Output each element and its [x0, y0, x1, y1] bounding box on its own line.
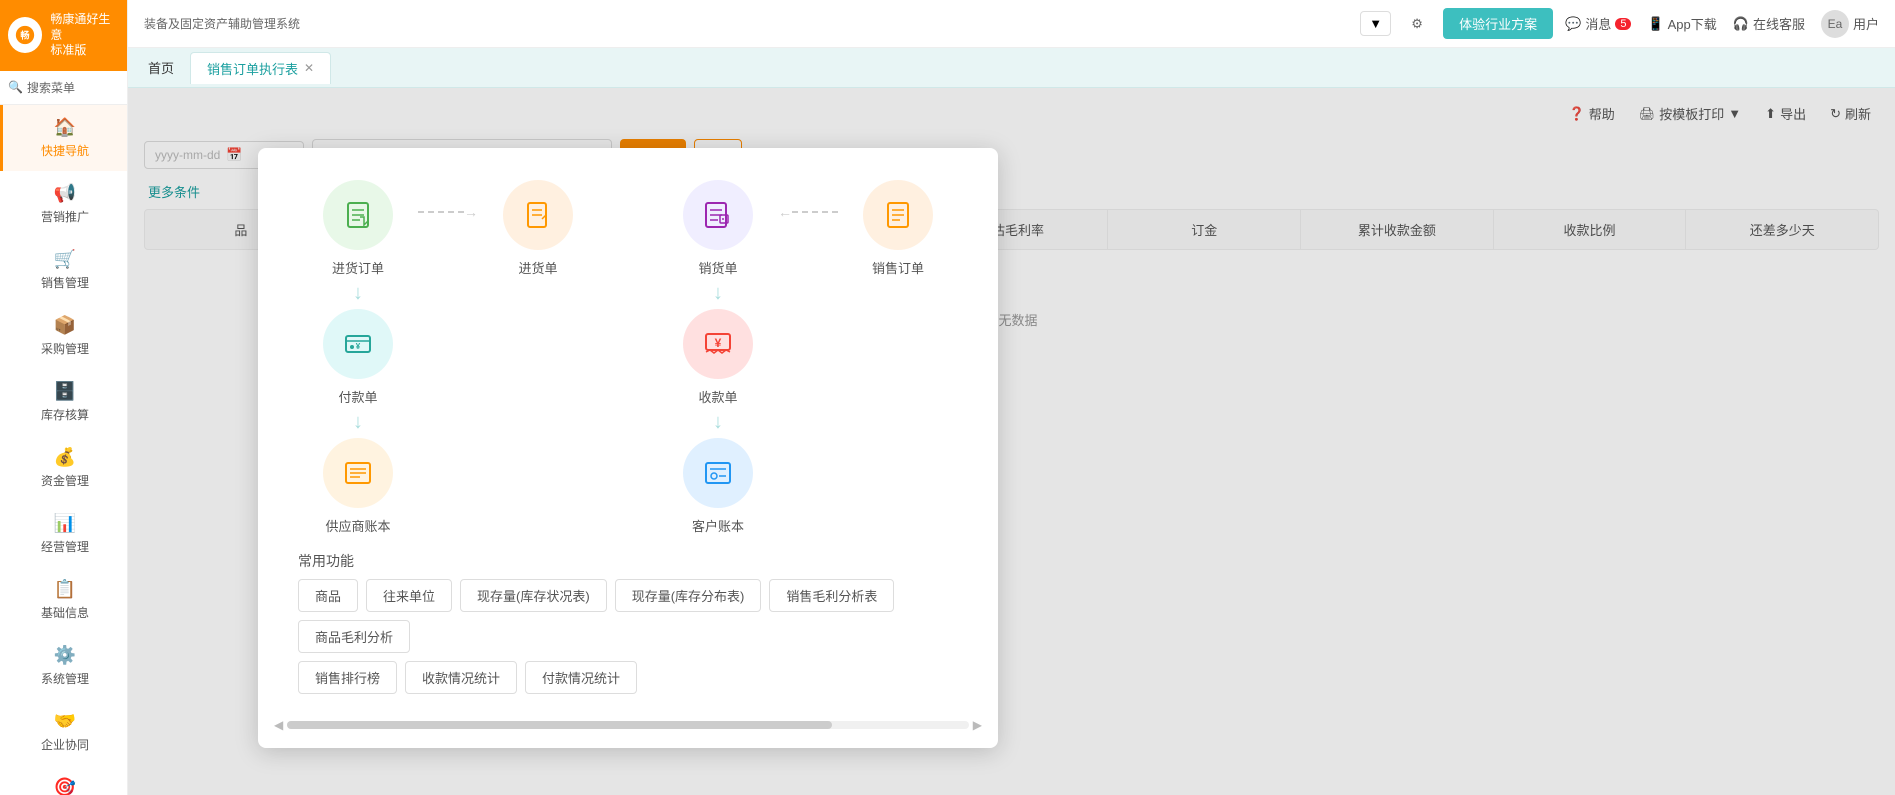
sidebar: 畅 畅康通好生意 标准版 🔍 搜索菜单 🏠 快捷导航 📢 营销推广 🛒 — [0, 0, 128, 795]
search-menu[interactable]: 🔍 搜索菜单 — [0, 71, 127, 105]
purchase-bill-label: 进货单 — [518, 258, 557, 277]
download-icon: 📱 — [1647, 16, 1663, 32]
func-btn-product-profit[interactable]: 商品毛利分析 — [298, 620, 410, 653]
scrollbar-track[interactable] — [287, 721, 969, 729]
supplier-icon — [323, 438, 393, 508]
tab-close-icon[interactable]: ✕ — [304, 61, 314, 75]
sidebar-nav: 🏠 快捷导航 📢 营销推广 🛒 销售管理 📦 采购管理 🗄️ 库存核算 💰 — [0, 105, 127, 795]
marketing-icon: 📢 — [54, 183, 76, 204]
receipt-bill-label: 收款单 — [698, 387, 737, 406]
sidebar-item-purchase[interactable]: 📦 采购管理 — [0, 303, 127, 369]
scroll-left-icon[interactable]: ◀ — [274, 718, 283, 732]
workflow-diagram: 进货订单 ↓ ¥ — [258, 148, 998, 551]
home-icon: 🏠 — [54, 117, 76, 138]
system-dropdown[interactable]: ▼ — [1360, 11, 1391, 36]
sidebar-item-basic-info[interactable]: 📋 基础信息 — [0, 567, 127, 633]
system-title: 装备及固定资产辅助管理系统 — [144, 15, 1348, 32]
customer-account-node[interactable]: 客户账本 — [658, 438, 778, 535]
app-download-action[interactable]: 📱 App下载 — [1647, 14, 1716, 33]
system-icon: ⚙️ — [54, 645, 76, 666]
finance-icon: 💰 — [54, 447, 76, 468]
supplier-account-label: 供应商账本 — [325, 516, 390, 535]
guide-icon: 🎯 — [54, 777, 76, 795]
sidebar-logo: 畅 畅康通好生意 标准版 — [0, 0, 127, 71]
svg-text:¥: ¥ — [715, 336, 722, 350]
customer-icon — [683, 438, 753, 508]
sidebar-item-system[interactable]: ⚙️ 系统管理 — [0, 633, 127, 699]
func-btns-row-2: 销售排行榜 收款情况统计 付款情况统计 — [298, 661, 958, 694]
service-icon: 🎧 — [1733, 16, 1749, 32]
receipt-bill-node[interactable]: ¥ 收款单 — [658, 309, 778, 406]
modal-scrollbar[interactable]: ◀ ▶ — [258, 710, 998, 732]
workflow-modal: 进货订单 ↓ ¥ — [258, 148, 998, 748]
enterprise-icon: 🤝 — [54, 711, 76, 732]
purchase-order-icon — [323, 180, 393, 250]
func-btn-sales-ranking[interactable]: 销售排行榜 — [298, 661, 397, 694]
scroll-right-icon[interactable]: ▶ — [973, 718, 982, 732]
topbar-actions: 💬 消息 5 📱 App下载 🎧 在线客服 Ea 用户 — [1565, 10, 1879, 38]
tab-sales-order[interactable]: 销售订单执行表 ✕ — [190, 52, 331, 84]
func-btns-row-1: 商品 往来单位 现存量(库存状况表) 现存量(库存分布表) 销售毛利分析表 商品… — [298, 579, 958, 653]
sidebar-item-marketing[interactable]: 📢 营销推广 — [0, 171, 127, 237]
payment-bill-label: 付款单 — [338, 387, 377, 406]
scrollbar-thumb — [287, 721, 832, 729]
sidebar-item-enterprise[interactable]: 🤝 企业协同 — [0, 699, 127, 765]
purchase-icon: 📦 — [54, 315, 76, 336]
message-badge: 5 — [1615, 18, 1631, 30]
message-action[interactable]: 💬 消息 5 — [1565, 14, 1631, 33]
func-btn-stock-dist[interactable]: 现存量(库存分布表) — [615, 579, 762, 612]
func-btn-partner[interactable]: 往来单位 — [366, 579, 452, 612]
user-action[interactable]: Ea 用户 — [1821, 10, 1879, 38]
tab-bar: 首页 销售订单执行表 ✕ — [128, 48, 1895, 88]
purchase-order-label: 进货订单 — [332, 258, 384, 277]
sales-bill-node[interactable]: 销货单 — [658, 180, 778, 277]
purchase-bill-icon — [503, 180, 573, 250]
message-icon: 💬 — [1565, 16, 1581, 32]
sales-order-label: 销售订单 — [872, 258, 924, 277]
operations-icon: 📊 — [54, 513, 76, 534]
search-icon: 🔍 — [8, 80, 23, 94]
sidebar-item-sales[interactable]: 🛒 销售管理 — [0, 237, 127, 303]
svg-text:¥: ¥ — [356, 342, 361, 351]
avatar: Ea — [1821, 10, 1849, 38]
content-area: ❓ 帮助 🖨 按模板打印 ▼ ⬆ 导出 ↻ 刷新 — [128, 88, 1895, 795]
receipt-icon: ¥ — [683, 309, 753, 379]
common-funcs-title: 常用功能 — [298, 551, 958, 571]
sales-order-icon — [863, 180, 933, 250]
payment-bill-node[interactable]: ¥ 付款单 — [298, 309, 418, 406]
logo-text: 畅康通好生意 标准版 — [50, 12, 119, 59]
func-btn-sales-profit[interactable]: 销售毛利分析表 — [769, 579, 894, 612]
basic-info-icon: 📋 — [54, 579, 76, 600]
sidebar-item-finance[interactable]: 💰 资金管理 — [0, 435, 127, 501]
func-btn-stock-status[interactable]: 现存量(库存状况表) — [460, 579, 607, 612]
chevron-down-icon: ▼ — [1369, 16, 1382, 31]
topbar: 装备及固定资产辅助管理系统 ▼ ⚙ 体验行业方案 💬 消息 5 📱 App下载 … — [128, 0, 1895, 48]
trial-button[interactable]: 体验行业方案 — [1443, 8, 1553, 39]
purchase-order-node[interactable]: 进货订单 — [298, 180, 418, 277]
main-content: 装备及固定资产辅助管理系统 ▼ ⚙ 体验行业方案 💬 消息 5 📱 App下载 … — [128, 0, 1895, 795]
arrow-down-purchase: ↓ — [353, 281, 363, 305]
sidebar-item-inventory[interactable]: 🗄️ 库存核算 — [0, 369, 127, 435]
sidebar-item-operations[interactable]: 📊 经营管理 — [0, 501, 127, 567]
func-btn-payment-stats[interactable]: 付款情况统计 — [525, 661, 637, 694]
sidebar-item-guide[interactable]: 🎯 新手引导 — [0, 765, 127, 795]
common-functions: 常用功能 商品 往来单位 现存量(库存状况表) 现存量(库存分布表) 销售毛利分… — [258, 551, 998, 710]
sales-icon: 🛒 — [54, 249, 76, 270]
payment-icon: ¥ — [323, 309, 393, 379]
online-service-action[interactable]: 🎧 在线客服 — [1733, 14, 1805, 33]
func-btn-receipt-stats[interactable]: 收款情况统计 — [405, 661, 517, 694]
inventory-icon: 🗄️ — [54, 381, 76, 402]
tab-home[interactable]: 首页 — [132, 52, 190, 84]
func-btn-product[interactable]: 商品 — [298, 579, 358, 612]
purchase-bill-node[interactable]: 进货单 — [478, 180, 598, 277]
supplier-account-node[interactable]: 供应商账本 — [298, 438, 418, 535]
logo-icon: 畅 — [8, 17, 42, 53]
sales-bill-icon — [683, 180, 753, 250]
sales-bill-label: 销货单 — [698, 258, 737, 277]
sidebar-item-quick-nav[interactable]: 🏠 快捷导航 — [0, 105, 127, 171]
sales-order-node[interactable]: 销售订单 — [838, 180, 958, 277]
settings-icon[interactable]: ⚙ — [1403, 10, 1431, 38]
svg-text:畅: 畅 — [21, 30, 30, 41]
customer-account-label: 客户账本 — [692, 516, 744, 535]
